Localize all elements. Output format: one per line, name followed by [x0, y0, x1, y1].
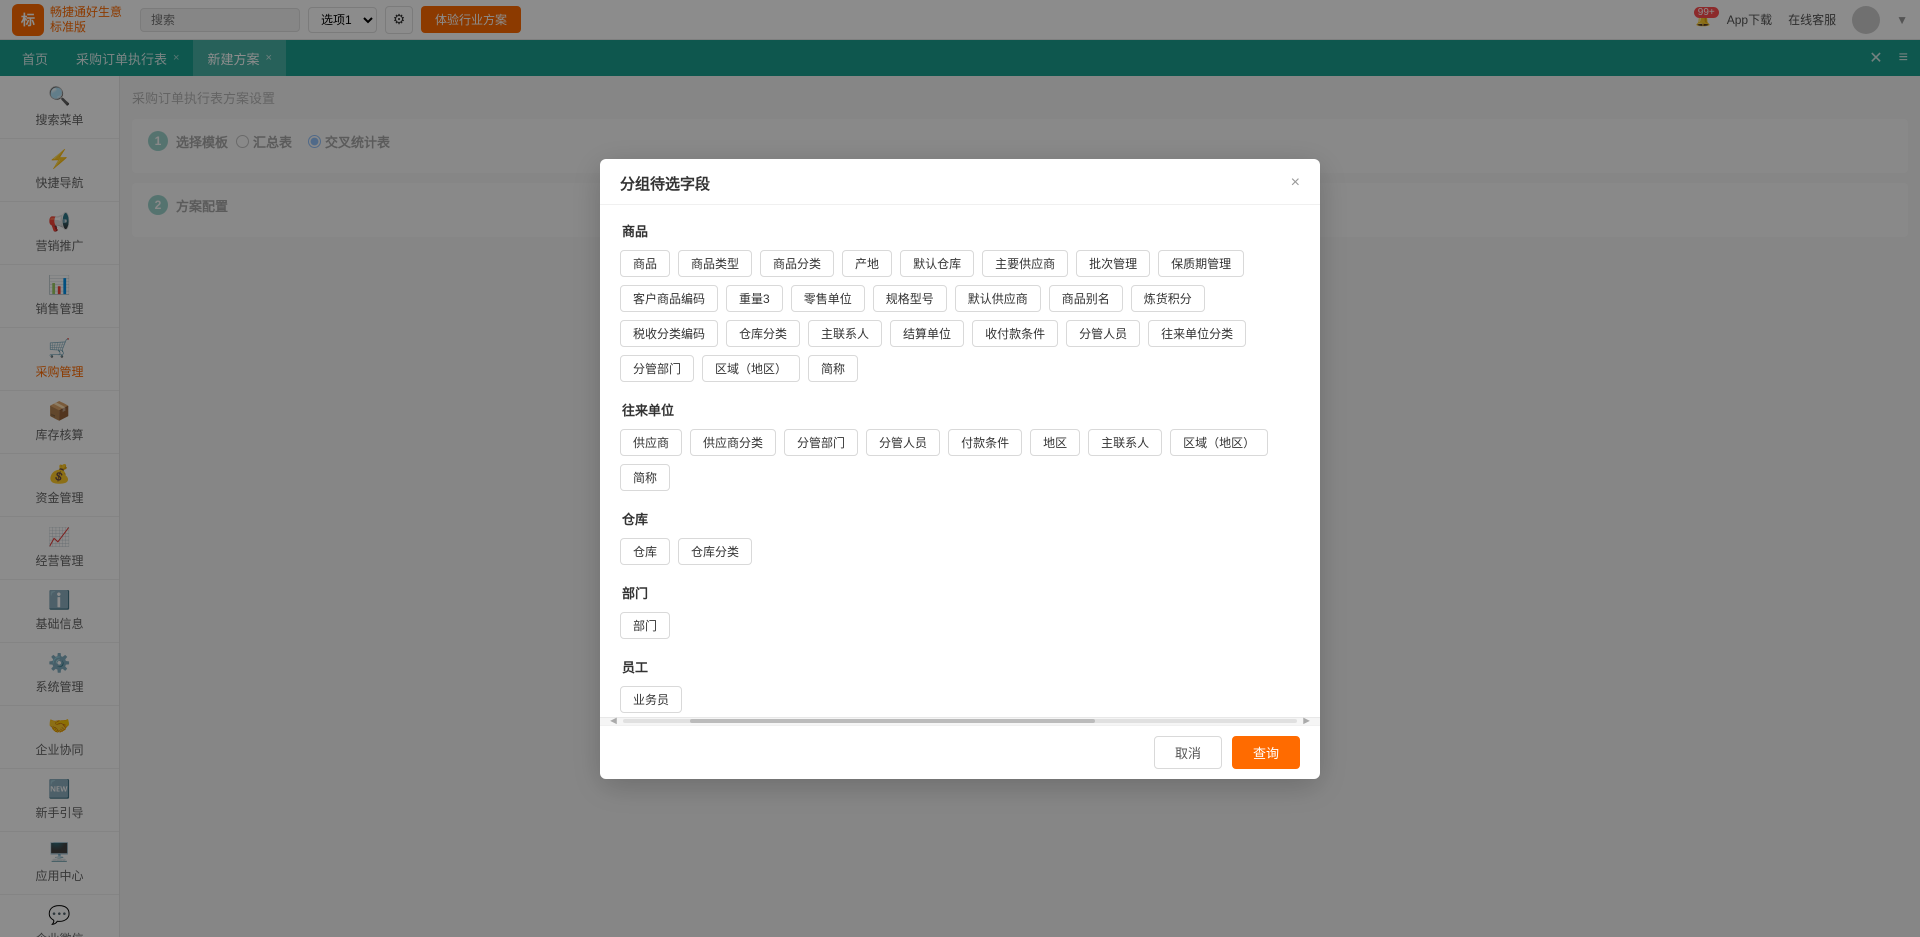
field-tag[interactable]: 业务员	[620, 686, 682, 713]
section-warehouse-title: 仓库	[620, 509, 1300, 528]
field-tag[interactable]: 简称	[620, 464, 670, 491]
field-tag[interactable]: 客户商品编码	[620, 285, 718, 312]
field-tag[interactable]: 保质期管理	[1158, 250, 1244, 277]
field-tag[interactable]: 仓库分类	[726, 320, 800, 347]
section-department-title: 部门	[620, 583, 1300, 602]
section-warehouse-tags: 仓库仓库分类	[620, 538, 1300, 565]
field-tag[interactable]: 批次管理	[1076, 250, 1150, 277]
field-tag[interactable]: 仓库分类	[678, 538, 752, 565]
field-tag[interactable]: 分管部门	[620, 355, 694, 382]
modal-title: 分组待选字段	[620, 173, 710, 194]
field-tag[interactable]: 商品类型	[678, 250, 752, 277]
section-partners: 往来单位 供应商供应商分类分管部门分管人员付款条件地区主联系人区域（地区） 简称	[620, 400, 1300, 491]
field-tag[interactable]: 炼货积分	[1131, 285, 1205, 312]
field-tag[interactable]: 商品	[620, 250, 670, 277]
field-tag[interactable]: 供应商分类	[690, 429, 776, 456]
modal-footer: 取消 查询	[600, 725, 1320, 779]
field-tag[interactable]: 规格型号	[873, 285, 947, 312]
section-partners-tags: 供应商供应商分类分管部门分管人员付款条件地区主联系人区域（地区） 简称	[620, 429, 1300, 491]
field-tag[interactable]: 分管部门	[784, 429, 858, 456]
confirm-button[interactable]: 查询	[1232, 736, 1300, 769]
section-warehouse: 仓库 仓库仓库分类	[620, 509, 1300, 565]
field-tag[interactable]: 默认仓库	[900, 250, 974, 277]
section-partners-title: 往来单位	[620, 400, 1300, 419]
hscroll-thumb	[690, 719, 1095, 723]
field-tag[interactable]: 供应商	[620, 429, 682, 456]
section-employee: 员工 业务员	[620, 657, 1300, 713]
field-tag[interactable]: 结算单位	[890, 320, 964, 347]
modal-overlay: 分组待选字段 × 商品 商品商品类型商品分类产地默认仓库主要供应商批次管理保质期…	[0, 0, 1920, 937]
field-tag[interactable]: 主要供应商	[982, 250, 1068, 277]
section-goods-tags: 商品商品类型商品分类产地默认仓库主要供应商批次管理保质期管理客户商品编码重量3 零…	[620, 250, 1300, 382]
cancel-button[interactable]: 取消	[1154, 736, 1222, 769]
section-employee-tags: 业务员	[620, 686, 1300, 713]
field-tag[interactable]: 收付款条件	[972, 320, 1058, 347]
field-tag[interactable]: 部门	[620, 612, 670, 639]
field-tag[interactable]: 分管人员	[1066, 320, 1140, 347]
modal-body[interactable]: 商品 商品商品类型商品分类产地默认仓库主要供应商批次管理保质期管理客户商品编码重…	[600, 205, 1320, 717]
modal-horizontal-scrollbar[interactable]: ◄ ►	[600, 717, 1320, 725]
section-goods: 商品 商品商品类型商品分类产地默认仓库主要供应商批次管理保质期管理客户商品编码重…	[620, 221, 1300, 382]
field-selection-modal: 分组待选字段 × 商品 商品商品类型商品分类产地默认仓库主要供应商批次管理保质期…	[600, 159, 1320, 779]
field-tag[interactable]: 主联系人	[808, 320, 882, 347]
modal-header: 分组待选字段 ×	[600, 159, 1320, 205]
field-tag[interactable]: 默认供应商	[955, 285, 1041, 312]
modal-close-button[interactable]: ×	[1291, 174, 1300, 192]
field-tag[interactable]: 简称	[808, 355, 858, 382]
section-goods-title: 商品	[620, 221, 1300, 240]
field-tag[interactable]: 主联系人	[1088, 429, 1162, 456]
field-tag[interactable]: 付款条件	[948, 429, 1022, 456]
field-tag[interactable]: 区域（地区）	[1170, 429, 1268, 456]
field-tag[interactable]: 地区	[1030, 429, 1080, 456]
hscroll-track	[623, 719, 1297, 723]
section-employee-title: 员工	[620, 657, 1300, 676]
field-tag[interactable]: 税收分类编码	[620, 320, 718, 347]
field-tag[interactable]: 区域（地区）	[702, 355, 800, 382]
field-tag[interactable]: 重量3	[726, 285, 783, 312]
field-tag[interactable]: 商品分类	[760, 250, 834, 277]
section-department: 部门 部门	[620, 583, 1300, 639]
field-tag[interactable]: 往来单位分类	[1148, 320, 1246, 347]
field-tag[interactable]: 零售单位	[791, 285, 865, 312]
section-department-tags: 部门	[620, 612, 1300, 639]
field-tag[interactable]: 仓库	[620, 538, 670, 565]
field-tag[interactable]: 分管人员	[866, 429, 940, 456]
field-tag[interactable]: 产地	[842, 250, 892, 277]
field-tag[interactable]: 商品别名	[1049, 285, 1123, 312]
